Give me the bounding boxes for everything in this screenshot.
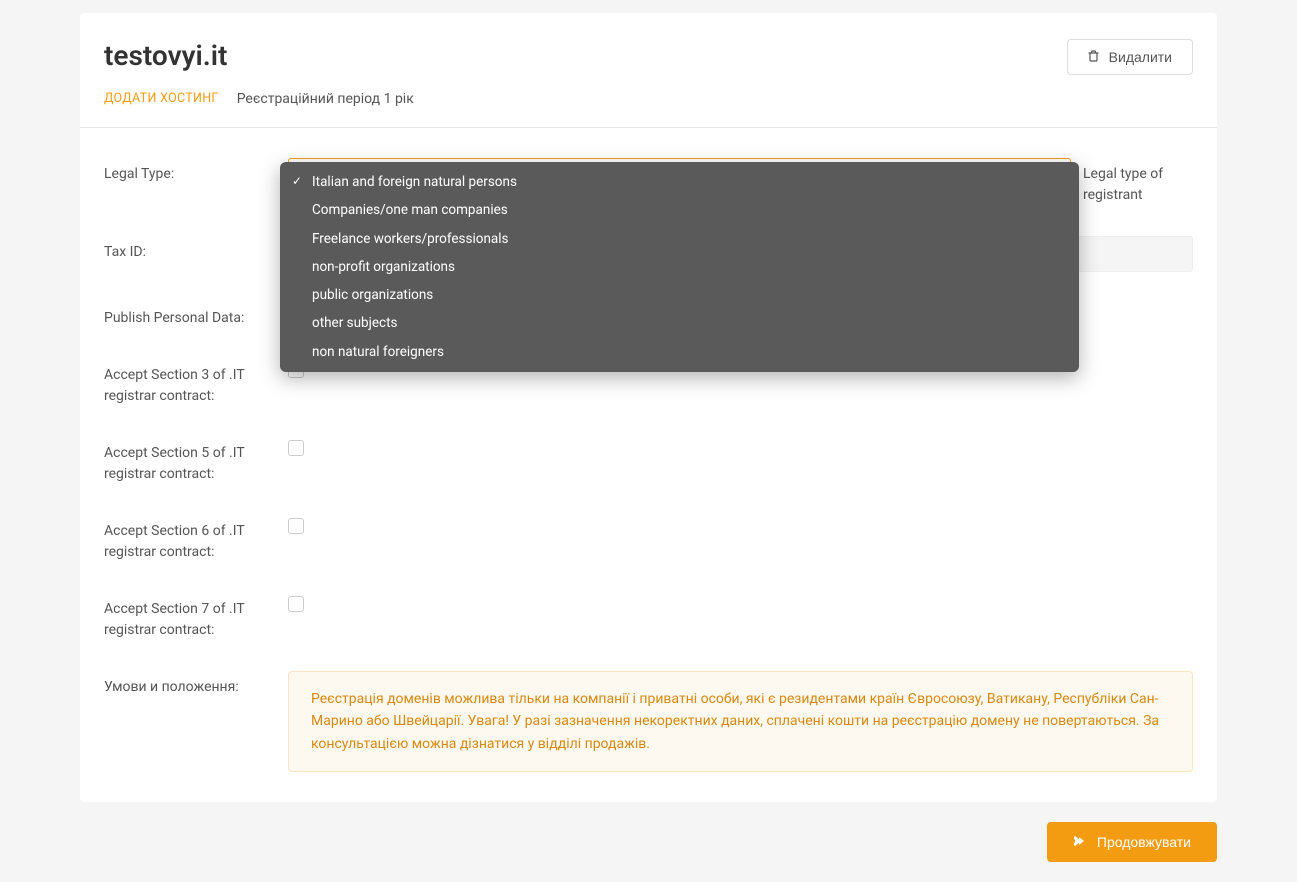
row-accept-s6: Accept Section 6 of .IT registrar contra… <box>104 515 1193 563</box>
label-tax-id: Tax ID: <box>104 236 288 263</box>
legal-type-dropdown: Italian and foreign natural persons Comp… <box>280 162 1079 372</box>
label-terms: Умови и положення: <box>104 671 288 698</box>
dropdown-option[interactable]: public organizations <box>280 281 1079 309</box>
domain-config-card: testovyi.it Видалити ДОДАТИ ХОСТИНГ Реєс… <box>80 13 1217 802</box>
dropdown-option[interactable]: non-profit organizations <box>280 253 1079 281</box>
checkbox-accept-s6[interactable] <box>288 518 304 534</box>
checkbox-accept-s7[interactable] <box>288 596 304 612</box>
dropdown-option[interactable]: Freelance workers/professionals <box>280 225 1079 253</box>
add-hosting-link[interactable]: ДОДАТИ ХОСТИНГ <box>104 91 219 107</box>
page-footer: Продовжувати <box>0 802 1297 882</box>
dropdown-option[interactable]: other subjects <box>280 309 1079 337</box>
label-accept-s7: Accept Section 7 of .IT registrar contra… <box>104 593 288 641</box>
row-accept-s5: Accept Section 5 of .IT registrar contra… <box>104 437 1193 485</box>
continue-label: Продовжувати <box>1097 834 1191 850</box>
trash-icon <box>1088 49 1099 65</box>
registration-period: Реєстраційний період 1 рік <box>237 91 414 107</box>
arrow-right-icon <box>1073 834 1085 850</box>
checkbox-accept-s5[interactable] <box>288 440 304 456</box>
control-legal-type: Italian and foreign natural persons Comp… <box>288 158 1193 206</box>
control-accept-s7 <box>288 593 1193 612</box>
control-accept-s5 <box>288 437 1193 456</box>
label-accept-s6: Accept Section 6 of .IT registrar contra… <box>104 515 288 563</box>
delete-button[interactable]: Видалити <box>1067 39 1193 75</box>
terms-notice: Реєстрація доменів можлива тільки на ком… <box>288 671 1193 772</box>
dropdown-option[interactable]: non natural foreigners <box>280 338 1079 366</box>
card-header: testovyi.it Видалити ДОДАТИ ХОСТИНГ Реєс… <box>80 13 1217 128</box>
form-body: Legal Type: Italian and foreign natural … <box>80 128 1217 802</box>
label-publish-personal: Publish Personal Data: <box>104 302 288 329</box>
hint-legal-type: Legal type of registrant <box>1083 158 1193 206</box>
title-row: testovyi.it Видалити <box>104 39 1193 75</box>
dropdown-option[interactable]: Companies/one man companies <box>280 196 1079 224</box>
continue-button[interactable]: Продовжувати <box>1047 822 1217 862</box>
label-legal-type: Legal Type: <box>104 158 288 185</box>
label-accept-s5: Accept Section 5 of .IT registrar contra… <box>104 437 288 485</box>
control-accept-s6 <box>288 515 1193 534</box>
label-accept-s3: Accept Section 3 of .IT registrar contra… <box>104 359 288 407</box>
row-legal-type: Legal Type: Italian and foreign natural … <box>104 158 1193 206</box>
delete-label: Видалити <box>1109 49 1172 65</box>
row-accept-s7: Accept Section 7 of .IT registrar contra… <box>104 593 1193 641</box>
subtitle-row: ДОДАТИ ХОСТИНГ Реєстраційний період 1 рі… <box>104 91 1193 107</box>
select-wrapper-legal-type: Italian and foreign natural persons Comp… <box>288 158 1071 194</box>
dropdown-option[interactable]: Italian and foreign natural persons <box>280 168 1079 196</box>
row-terms: Умови и положення: Реєстрація доменів мо… <box>104 671 1193 772</box>
domain-title: testovyi.it <box>104 39 227 72</box>
